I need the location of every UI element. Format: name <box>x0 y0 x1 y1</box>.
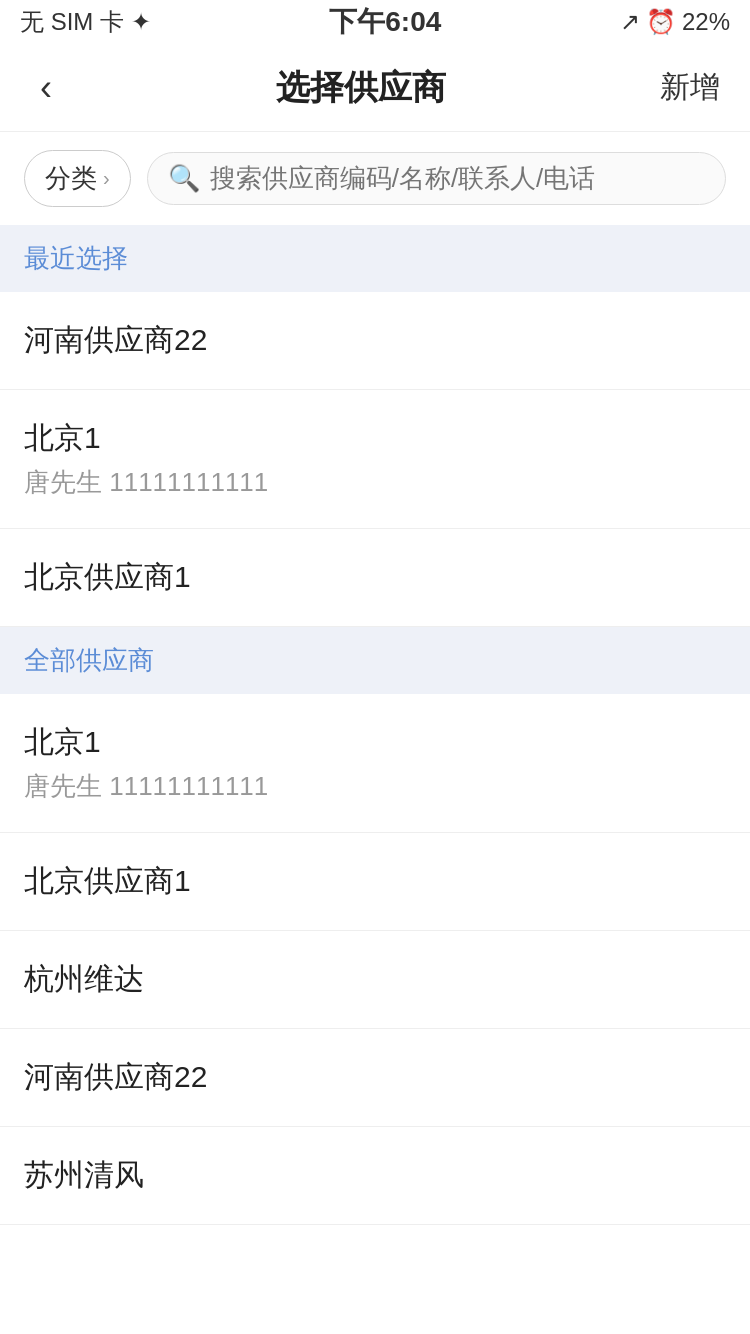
back-button[interactable]: ‹ <box>30 57 62 119</box>
item-name: 北京1 <box>24 722 726 763</box>
filter-row: 分类 › 🔍 <box>0 132 750 225</box>
category-label: 分类 <box>45 161 97 196</box>
item-name: 苏州清风 <box>24 1155 726 1196</box>
chevron-right-icon: › <box>103 167 110 190</box>
list-item[interactable]: 北京供应商1 <box>0 833 750 931</box>
list-item[interactable]: 苏州清风 <box>0 1127 750 1225</box>
status-bar: 无 SIM 卡 ✦ 下午6:04 ↗ ⏰ 22% <box>0 0 750 44</box>
all-items-list: 北京1 唐先生 11111111111 北京供应商1 杭州维达河南供应商22 苏州清风 <box>0 694 750 1225</box>
sim-status: 无 SIM 卡 ✦ <box>20 6 151 38</box>
item-sub: 唐先生 11111111111 <box>24 465 726 500</box>
item-name: 北京供应商1 <box>24 557 726 598</box>
status-right: ↗ ⏰ 22% <box>620 8 730 36</box>
item-name: 北京1 <box>24 418 726 459</box>
list-item[interactable]: 北京1 唐先生 11111111111 <box>0 694 750 833</box>
item-name: 河南供应商22 <box>24 1057 726 1098</box>
item-name: 杭州维达 <box>24 959 726 1000</box>
item-sub: 唐先生 11111111111 <box>24 769 726 804</box>
list-item[interactable]: 河南供应商22 <box>0 1029 750 1127</box>
nav-bar: ‹ 选择供应商 新增 <box>0 44 750 132</box>
category-filter-button[interactable]: 分类 › <box>24 150 131 207</box>
item-name: 北京供应商1 <box>24 861 726 902</box>
search-icon: 🔍 <box>168 163 200 194</box>
search-input[interactable] <box>210 163 705 194</box>
battery-status: 22% <box>682 8 730 36</box>
status-left: 无 SIM 卡 ✦ <box>20 6 151 38</box>
location-icon: ↗ <box>620 8 640 36</box>
alarm-icon: ⏰ <box>646 8 676 36</box>
status-time: 下午6:04 <box>329 3 441 41</box>
list-item[interactable]: 北京1 唐先生 11111111111 <box>0 390 750 529</box>
list-item[interactable]: 杭州维达 <box>0 931 750 1029</box>
all-section-header: 全部供应商 <box>0 627 750 694</box>
new-action-button[interactable]: 新增 <box>660 67 720 108</box>
recent-section-header: 最近选择 <box>0 225 750 292</box>
list-item[interactable]: 北京供应商1 <box>0 529 750 627</box>
list-item[interactable]: 河南供应商22 <box>0 292 750 390</box>
item-name: 河南供应商22 <box>24 320 726 361</box>
search-box[interactable]: 🔍 <box>147 152 726 205</box>
recent-items-list: 河南供应商22 北京1 唐先生 11111111111 北京供应商1 <box>0 292 750 627</box>
page-title: 选择供应商 <box>276 65 446 111</box>
